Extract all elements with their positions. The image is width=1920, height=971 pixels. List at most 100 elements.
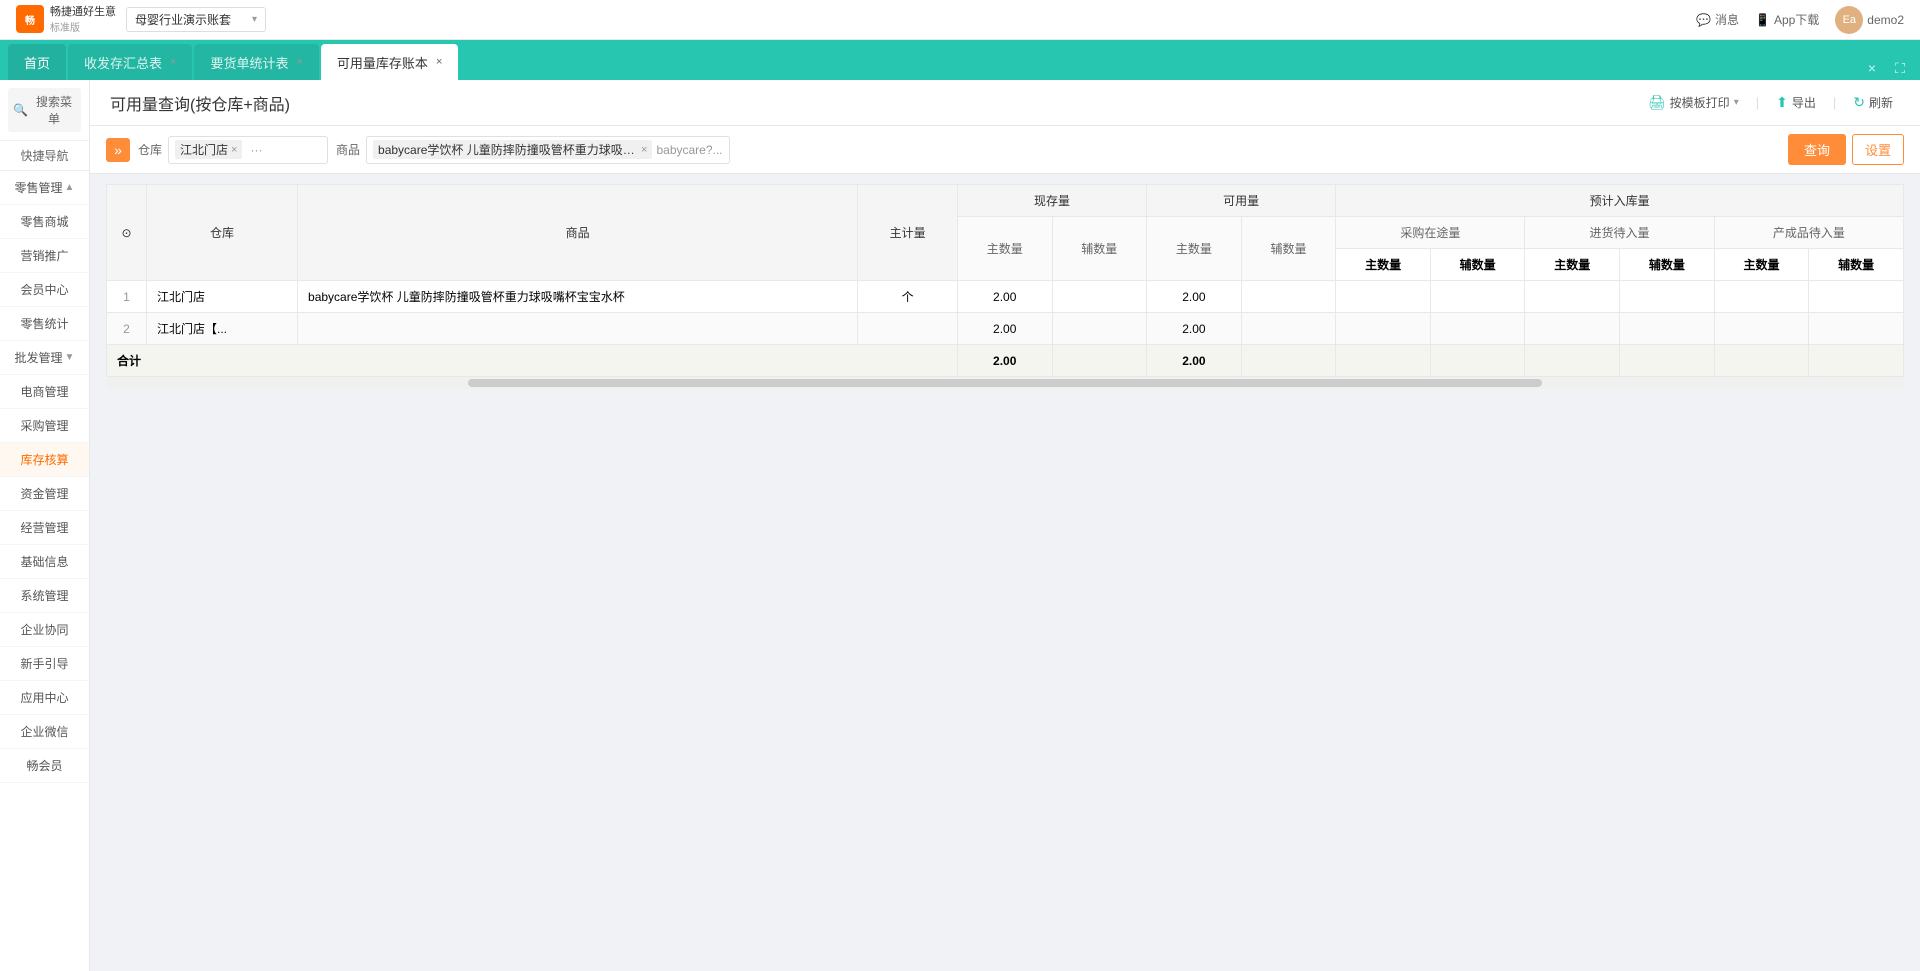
product-tag-text: babycare学饮杯 儿童防摔防撞吸管杯重力球吸嘴杯宝宝水杯 — [378, 141, 638, 158]
query-button[interactable]: 查询 — [1788, 134, 1846, 165]
sidebar-item-label: 会员中心 — [20, 281, 68, 298]
expand-btn[interactable]: ⛶ — [1888, 56, 1912, 80]
sidebar-item-purchase[interactable]: 采购管理 — [0, 409, 89, 443]
quick-nav-btn[interactable]: 快捷导航 — [0, 141, 89, 171]
avail-main-header: 主数量 — [1147, 217, 1242, 281]
message-icon: 💬 — [1696, 13, 1711, 27]
row-avail-aux-1 — [1241, 281, 1336, 313]
tag-close-icon[interactable]: × — [641, 144, 647, 156]
sidebar-item-basic-info[interactable]: 基础信息 — [0, 545, 89, 579]
logo-sub-text: 标准版 — [50, 19, 116, 34]
sidebar-item-newguide[interactable]: 新手引导 — [0, 647, 89, 681]
setting-button[interactable]: 设置 — [1852, 134, 1904, 165]
tab-stock-summary[interactable]: 收发存汇总表 × — [68, 44, 192, 80]
row-in-main-1 — [1525, 281, 1620, 313]
sidebar-item-inventory[interactable]: 库存核算 — [0, 443, 89, 477]
row-stock-aux-1 — [1052, 281, 1147, 313]
search-menu-btn[interactable]: 🔍 搜索菜单 — [8, 88, 81, 132]
close-icon[interactable]: × — [170, 56, 176, 68]
logo-area: 畅 畅捷通好生意 标准版 — [16, 5, 116, 34]
sidebar-item-retail-mgmt[interactable]: 零售管理 ▲ — [0, 171, 89, 205]
sidebar-search: 🔍 搜索菜单 — [0, 80, 89, 141]
message-label: 消息 — [1715, 11, 1739, 28]
content-area: 可用量查询(按仓库+商品) 🖨 按模板打印 ▾ | ⬆ 导出 | ↻ 刷新 — [90, 80, 1920, 971]
close-icon[interactable]: × — [296, 56, 302, 68]
sidebar-item-system[interactable]: 系统管理 — [0, 579, 89, 613]
expected-in-col-header: 预计入库量 — [1336, 185, 1904, 217]
chevron-down-icon: ▾ — [1734, 97, 1739, 108]
divider: | — [1833, 95, 1836, 110]
product-pending-header: 产成品待入量 — [1714, 217, 1903, 249]
settings-icon[interactable]: ⊙ — [121, 226, 131, 240]
tab-order-stats-label: 要货单统计表 — [210, 53, 288, 72]
tab-available-stock[interactable]: 可用量库存账本 × — [321, 44, 458, 80]
tab-order-stats[interactable]: 要货单统计表 × — [194, 44, 318, 80]
top-bar: 畅 畅捷通好生意 标准版 母婴行业演示账套 ▾ 💬 消息 📱 App下载 Ea … — [0, 0, 1920, 40]
row-prod-aux-1 — [1809, 281, 1904, 313]
pur-transit-main-header: 主数量 — [1336, 249, 1431, 281]
tag-close-icon[interactable]: × — [231, 144, 237, 156]
sidebar-item-wechat[interactable]: 企业微信 — [0, 715, 89, 749]
close-icon[interactable]: × — [436, 56, 442, 68]
chevron-down-icon: ▾ — [252, 14, 257, 25]
sidebar-item-vip[interactable]: 畅会员 — [0, 749, 89, 783]
sidebar-item-label: 基础信息 — [20, 553, 68, 570]
top-bar-left: 畅 畅捷通好生意 标准版 母婴行业演示账套 ▾ — [16, 5, 266, 34]
scrollbar[interactable] — [106, 377, 1904, 389]
footer-stock-main: 2.00 — [957, 345, 1052, 377]
tab-home-label: 首页 — [24, 53, 50, 72]
sidebar-item-label: 经营管理 — [20, 519, 68, 536]
message-btn[interactable]: 💬 消息 — [1696, 11, 1739, 28]
avatar: Ea — [1835, 6, 1863, 34]
close-tab-btn[interactable]: × — [1860, 56, 1884, 80]
user-area[interactable]: Ea demo2 — [1835, 6, 1904, 34]
sidebar: 🔍 搜索菜单 快捷导航 零售管理 ▲ 零售商城 营销推广 会员中心 零售统计 批… — [0, 80, 90, 971]
row-in-main-2 — [1525, 313, 1620, 345]
warehouse-tag: 江北门店 × — [175, 140, 242, 159]
footer-row: 合计 2.00 2.00 — [107, 345, 1904, 377]
logo-main-text: 畅捷通好生意 — [50, 5, 116, 19]
page-header: 可用量查询(按仓库+商品) 🖨 按模板打印 ▾ | ⬆ 导出 | ↻ 刷新 — [90, 80, 1920, 126]
logo-text-wrap: 畅捷通好生意 标准版 — [50, 5, 116, 34]
app-download-btn[interactable]: 📱 App下载 — [1755, 11, 1819, 28]
sidebar-item-collab[interactable]: 企业协同 — [0, 613, 89, 647]
chevron-down-icon: ▼ — [65, 352, 75, 363]
pur-transit-header: 采购在途量 — [1336, 217, 1525, 249]
filter-expand-btn[interactable]: » — [106, 138, 130, 162]
sidebar-item-marketing[interactable]: 营销推广 — [0, 239, 89, 273]
row-product-1: babycare学饮杯 儿童防摔防撞吸管杯重力球吸嘴杯宝宝水杯 — [298, 281, 858, 313]
tab-available-stock-label: 可用量库存账本 — [337, 53, 428, 72]
store-selector[interactable]: 母婴行业演示账套 ▾ — [126, 7, 266, 32]
sidebar-item-retail-mall[interactable]: 零售商城 — [0, 205, 89, 239]
search-label: 搜索菜单 — [32, 93, 76, 127]
sidebar-item-label: 零售统计 — [20, 315, 68, 332]
row-warehouse-2: 江北门店【... — [147, 313, 298, 345]
sidebar-item-label: 资金管理 — [20, 485, 68, 502]
footer-prod-aux — [1809, 345, 1904, 377]
product-more-text: babycare?... — [656, 143, 722, 157]
chevron-up-icon: ▲ — [65, 182, 75, 193]
filter-more-icon[interactable]: ··· — [246, 143, 266, 157]
sidebar-item-member[interactable]: 会员中心 — [0, 273, 89, 307]
row-in-aux-2 — [1620, 313, 1715, 345]
sidebar-item-appcenter[interactable]: 应用中心 — [0, 681, 89, 715]
product-pending-main-header: 主数量 — [1714, 249, 1809, 281]
sidebar-item-operations[interactable]: 经营管理 — [0, 511, 89, 545]
tab-home[interactable]: 首页 — [8, 44, 66, 80]
warehouse-input[interactable]: 江北门店 × ··· — [168, 136, 328, 164]
mobile-icon: 📱 — [1755, 13, 1770, 27]
sidebar-item-ecommerce[interactable]: 电商管理 — [0, 375, 89, 409]
refresh-btn[interactable]: ↻ 刷新 — [1846, 90, 1900, 115]
product-label: 商品 — [336, 141, 360, 158]
product-input[interactable]: babycare学饮杯 儿童防摔防撞吸管杯重力球吸嘴杯宝宝水杯 × babyca… — [366, 136, 729, 164]
sidebar-item-label: 批发管理 — [15, 349, 63, 366]
sidebar-item-wholesale[interactable]: 批发管理 ▼ — [0, 341, 89, 375]
sidebar-item-finance[interactable]: 资金管理 — [0, 477, 89, 511]
filter-bar: » 仓库 江北门店 × ··· 商品 babycare学饮杯 儿童防摔防撞吸管杯… — [90, 126, 1920, 174]
stock-main-header: 主数量 — [957, 217, 1052, 281]
template-print-btn[interactable]: 🖨 按模板打印 ▾ — [1641, 90, 1746, 115]
sidebar-item-retail-stats[interactable]: 零售统计 — [0, 307, 89, 341]
scrollbar-thumb[interactable] — [468, 379, 1542, 387]
row-num-2: 2 — [107, 313, 147, 345]
export-btn[interactable]: ⬆ 导出 — [1769, 90, 1823, 115]
